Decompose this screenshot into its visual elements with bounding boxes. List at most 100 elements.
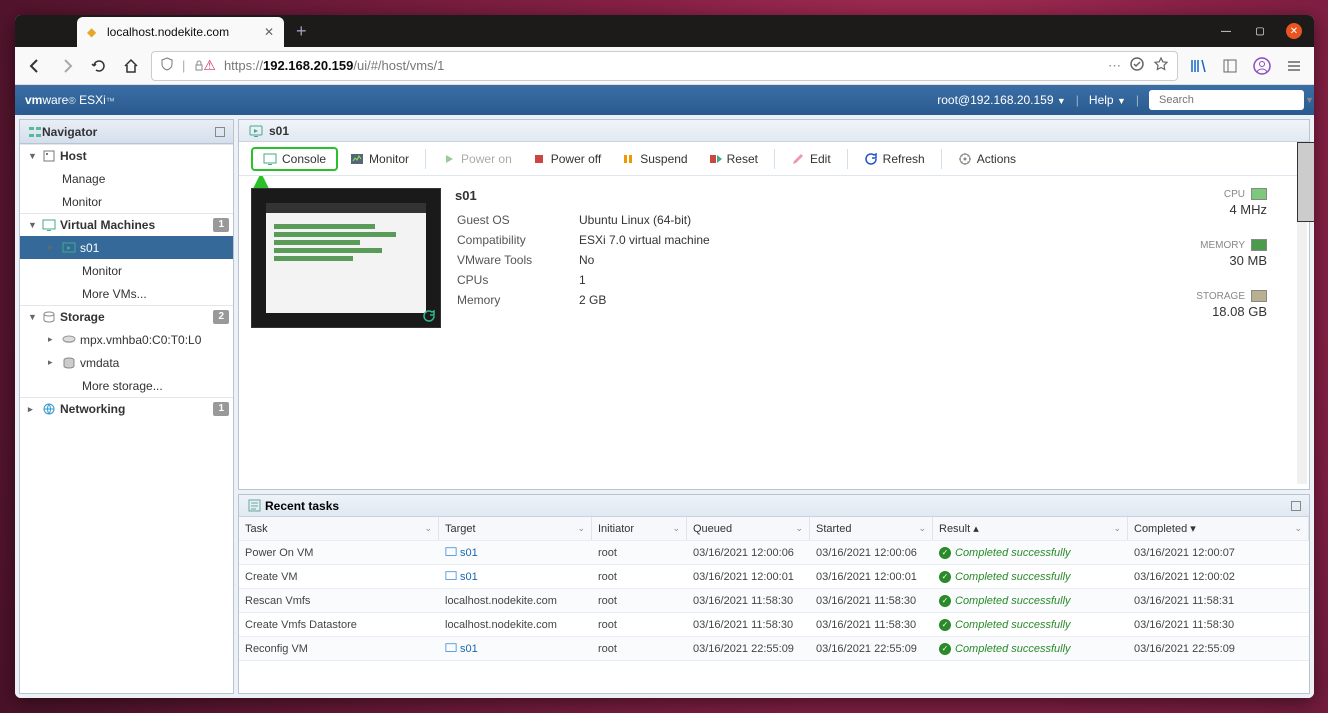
shield-icon[interactable] (160, 57, 174, 74)
vm-properties: s01 Guest OSUbuntu Linux (64-bit)Compati… (455, 188, 712, 341)
cell-queued: 03/16/2021 12:00:01 (687, 571, 810, 583)
poweron-button[interactable]: Power on (434, 149, 520, 169)
monitor-button[interactable]: Monitor (342, 149, 417, 169)
menu-icon[interactable] (1282, 54, 1306, 78)
table-row[interactable]: Create VM s01root03/16/2021 12:00:0103/1… (239, 565, 1309, 589)
refresh-button[interactable]: Refresh (856, 149, 933, 169)
cell-queued: 03/16/2021 22:55:09 (687, 643, 810, 655)
lock-warning-icon[interactable]: ⚠ (193, 57, 216, 74)
user-menu[interactable]: root@192.168.20.159 ▼ (937, 93, 1066, 107)
cell-started: 03/16/2021 12:00:06 (810, 547, 933, 559)
col-header[interactable]: Completed ▾⌄ (1128, 517, 1309, 540)
nav-item-monitor[interactable]: Monitor (20, 190, 233, 213)
reset-button[interactable]: Reset (700, 149, 766, 169)
reload-button[interactable] (87, 54, 111, 78)
browser-toolbar: | ⚠ https://192.168.20.159/ui/#/host/vms… (15, 47, 1314, 85)
collapse-icon[interactable] (215, 127, 225, 137)
search-input[interactable] (1159, 94, 1301, 106)
console-button[interactable]: Console (251, 147, 338, 171)
table-row[interactable]: Rescan Vmfslocalhost.nodekite.comroot03/… (239, 589, 1309, 613)
url-text: https://192.168.20.159/ui/#/host/vms/1 (224, 58, 444, 73)
cell-completed: 03/16/2021 11:58:30 (1128, 619, 1309, 631)
cell-target: localhost.nodekite.com (439, 595, 592, 607)
cell-completed: 03/16/2021 22:55:09 (1128, 643, 1309, 655)
metric-label: STORAGE (1196, 291, 1245, 302)
nav-label: Manage (62, 172, 105, 186)
prop-value: Ubuntu Linux (64-bit) (579, 211, 710, 229)
sidebar-icon[interactable] (1218, 54, 1242, 78)
home-button[interactable] (119, 54, 143, 78)
nav-label: More storage... (82, 379, 163, 393)
nav-item-networking[interactable]: ▸Networking1 (20, 397, 233, 420)
window-close-icon[interactable]: ✕ (1286, 23, 1302, 39)
tasks-table-body: Power On VM s01root03/16/2021 12:00:0603… (239, 541, 1309, 661)
nav-badge: 1 (213, 218, 229, 232)
nav-label: vmdata (80, 356, 119, 370)
nav-item-more-vms-[interactable]: More VMs... (20, 282, 233, 305)
metric-chip-icon (1251, 290, 1267, 302)
cell-completed: 03/16/2021 11:58:31 (1128, 595, 1309, 607)
window-maximize-icon[interactable]: ▢ (1252, 23, 1268, 39)
tab-close-icon[interactable]: ✕ (264, 25, 274, 39)
col-header[interactable]: Task⌄ (239, 517, 439, 540)
col-header[interactable]: Target⌄ (439, 517, 592, 540)
table-row[interactable]: Create Vmfs Datastorelocalhost.nodekite.… (239, 613, 1309, 637)
prop-key: Memory (457, 291, 577, 309)
nav-item-virtual-machines[interactable]: ▼Virtual Machines1 (20, 213, 233, 236)
host-icon (42, 149, 56, 163)
refresh-thumb-icon (422, 309, 436, 323)
nav-item-more-storage-[interactable]: More storage... (20, 374, 233, 397)
cell-started: 03/16/2021 11:58:30 (810, 595, 933, 607)
scrollbar[interactable] (1297, 142, 1307, 484)
table-row[interactable]: Power On VM s01root03/16/2021 12:00:0603… (239, 541, 1309, 565)
recent-tasks-panel: Recent tasks Task⌄Target⌄Initiator⌄Queue… (238, 494, 1310, 694)
browser-window: ◆ localhost.nodekite.com ✕ + — ▢ ✕ | (15, 15, 1314, 698)
new-tab-button[interactable]: + (296, 21, 307, 42)
nav-item-manage[interactable]: Manage (20, 167, 233, 190)
bookmark-icon[interactable] (1153, 56, 1169, 75)
tasks-collapse-icon[interactable] (1291, 501, 1301, 511)
target-link[interactable]: s01 (445, 571, 478, 583)
poweroff-button[interactable]: Power off (524, 149, 609, 169)
actions-button[interactable]: Actions (950, 149, 1024, 169)
browser-tab[interactable]: ◆ localhost.nodekite.com ✕ (77, 17, 284, 47)
nav-item-mpx-vmhba0-c0-t0-l0[interactable]: ▸mpx.vmhba0:C0:T0:L0 (20, 328, 233, 351)
nav-badge: 2 (213, 310, 229, 324)
window-controls: — ▢ ✕ (1218, 23, 1314, 39)
col-header[interactable]: Result ▴⌄ (933, 517, 1128, 540)
search-dropdown-icon[interactable]: ▼ (1305, 95, 1314, 105)
window-minimize-icon[interactable]: — (1218, 23, 1234, 39)
back-button[interactable] (23, 54, 47, 78)
address-bar[interactable]: | ⚠ https://192.168.20.159/ui/#/host/vms… (151, 51, 1178, 81)
storage-icon (42, 310, 56, 324)
table-row[interactable]: Reconfig VM s01root03/16/2021 22:55:0903… (239, 637, 1309, 661)
col-header[interactable]: Started⌄ (810, 517, 933, 540)
suspend-button[interactable]: Suspend (613, 149, 695, 169)
help-menu[interactable]: Help ▼ (1089, 93, 1126, 107)
cell-completed: 03/16/2021 12:00:07 (1128, 547, 1309, 559)
edit-button[interactable]: Edit (783, 149, 839, 169)
nav-item-s01[interactable]: ▸s01 (20, 236, 233, 259)
prop-value: No (579, 251, 710, 269)
nav-item-storage[interactable]: ▼Storage2 (20, 305, 233, 328)
global-search[interactable]: ▼ (1149, 90, 1304, 110)
protection-icon[interactable] (1129, 56, 1145, 75)
console-thumbnail[interactable] (251, 188, 441, 328)
nav-item-vmdata[interactable]: ▸vmdata (20, 351, 233, 374)
tasks-title: Recent tasks (265, 499, 339, 513)
target-link[interactable]: s01 (445, 643, 478, 655)
cell-initiator: root (592, 595, 687, 607)
col-header[interactable]: Queued⌄ (687, 517, 810, 540)
nav-item-monitor[interactable]: Monitor (20, 259, 233, 282)
col-header[interactable]: Initiator⌄ (592, 517, 687, 540)
tab-bar: ◆ localhost.nodekite.com ✕ + — ▢ ✕ (15, 15, 1314, 47)
forward-button[interactable] (55, 54, 79, 78)
navigator-header: Navigator (20, 120, 233, 144)
cell-queued: 03/16/2021 11:58:30 (687, 619, 810, 631)
target-link[interactable]: s01 (445, 547, 478, 559)
cell-started: 03/16/2021 12:00:01 (810, 571, 933, 583)
account-icon[interactable] (1250, 54, 1274, 78)
navigator-icon (28, 125, 42, 139)
library-icon[interactable] (1186, 54, 1210, 78)
nav-item-host[interactable]: ▼Host (20, 144, 233, 167)
